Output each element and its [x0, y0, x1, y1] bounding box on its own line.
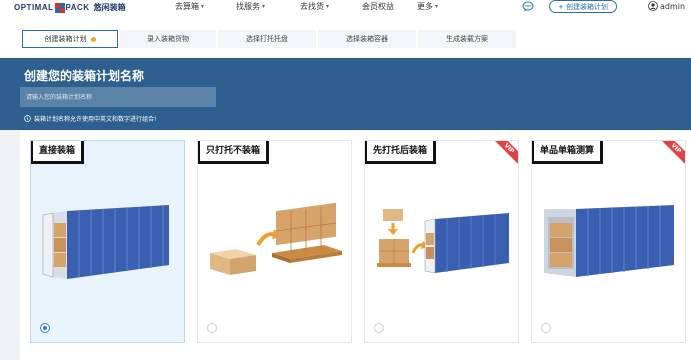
user-icon: [648, 1, 658, 11]
option-radio[interactable]: [40, 323, 50, 333]
option-label: 直接装箱: [31, 141, 85, 164]
step-select-container[interactable]: 选择装箱容器: [318, 30, 416, 48]
step-label: 选择装箱容器: [346, 35, 388, 43]
logo[interactable]: OPTIMAL PACK 悠闲装箱: [14, 1, 126, 14]
tip-text: 装箱计划名称允许使用中英文和数字进行组合!: [34, 116, 157, 123]
option-label: 单品单箱测算: [532, 141, 604, 164]
step-enter-goods[interactable]: 录入装箱货物: [120, 30, 216, 48]
chat-icon[interactable]: [522, 1, 534, 12]
info-icon: [24, 115, 31, 122]
option-radio[interactable]: [374, 323, 384, 333]
user-menu[interactable]: admin: [648, 1, 685, 11]
nav-label: 更多: [417, 2, 433, 11]
step-create-plan[interactable]: 创建装箱计划: [22, 30, 118, 48]
option-card-direct[interactable]: 直接装箱: [30, 140, 185, 343]
step-label: 录入装箱货物: [147, 35, 189, 43]
option-card-pallet-only[interactable]: 只打托不装箱: [197, 140, 352, 343]
nav-label: 找服务: [236, 2, 260, 11]
logo-text-left: OPTIMAL: [14, 3, 54, 12]
nav-label: 会员权益: [362, 2, 394, 11]
chevron-down-icon: ▾: [201, 3, 205, 10]
logo-cn: 悠闲装箱: [93, 3, 126, 12]
vip-badge: VIP: [657, 141, 685, 169]
name-tip: 装箱计划名称允许使用中英文和数字进行组合!: [24, 114, 156, 123]
step-select-pallet[interactable]: 选择打托托盘: [218, 30, 316, 48]
option-label: 只打托不装箱: [198, 141, 270, 164]
single-item-container-icon: [544, 205, 674, 277]
packing-mode-options: 直接装箱 只打托不装箱 先打托后装箱 VIP 单品单箱测算 VIP: [20, 130, 691, 360]
logo-mark-icon: [54, 2, 65, 13]
plan-name-input[interactable]: [20, 87, 216, 107]
nav-item-goods[interactable]: 去找货 ▾: [300, 1, 329, 12]
option-label: 先打托后装箱: [365, 141, 437, 164]
step-label: 生成装载方案: [446, 35, 488, 43]
logo-text-right: PACK: [65, 3, 90, 12]
active-dot-icon: [90, 36, 96, 42]
nav-item-service[interactable]: 找服务 ▾: [236, 1, 265, 12]
chevron-down-icon: ▾: [262, 3, 266, 10]
username: admin: [660, 1, 686, 11]
vip-label: VIP: [657, 141, 685, 167]
nav-label: 去算箱: [175, 2, 199, 11]
pallet-to-container-icon: [377, 209, 509, 274]
step-label: 选择打托托盘: [246, 35, 288, 43]
box-to-pallet-icon: [210, 202, 342, 275]
option-card-single-item[interactable]: 单品单箱测算 VIP: [531, 140, 686, 343]
page-title: 创建您的装箱计划名称: [24, 69, 145, 83]
vip-label: VIP: [490, 141, 518, 167]
chevron-down-icon: ▾: [435, 3, 439, 10]
chevron-down-icon: ▾: [326, 3, 330, 10]
app-root: OPTIMAL PACK 悠闲装箱 去算箱 ▾ 找服务 ▾ 去找货 ▾ 会员权益 更多…: [0, 0, 691, 360]
top-nav: OPTIMAL PACK 悠闲装箱 去算箱 ▾ 找服务 ▾ 去找货 ▾ 会员权益 更多…: [0, 0, 691, 16]
container-with-boxes-icon: [42, 205, 169, 279]
plan-name-banner: 创建您的装箱计划名称 装箱计划名称允许使用中英文和数字进行组合!: [0, 58, 691, 130]
nav-label: 去找货: [300, 2, 324, 11]
nav-item-membership[interactable]: 会员权益: [362, 1, 394, 12]
vip-badge: VIP: [490, 141, 518, 169]
step-label: 创建装箱计划: [44, 35, 87, 43]
step-generate-plan[interactable]: 生成装载方案: [418, 30, 516, 48]
nav-item-more[interactable]: 更多 ▾: [417, 1, 438, 12]
create-plan-label: + 创建装箱计划: [557, 2, 609, 11]
option-card-pallet-then-container[interactable]: 先打托后装箱 VIP: [364, 140, 519, 343]
create-plan-button[interactable]: + 创建装箱计划: [549, 0, 617, 13]
step-tabs: 创建装箱计划 录入装箱货物 选择打托托盘 选择装箱容器 生成装载方案: [0, 16, 691, 58]
nav-item-calc[interactable]: 去算箱 ▾: [175, 1, 204, 12]
option-radio[interactable]: [207, 323, 217, 333]
option-radio[interactable]: [541, 323, 551, 333]
